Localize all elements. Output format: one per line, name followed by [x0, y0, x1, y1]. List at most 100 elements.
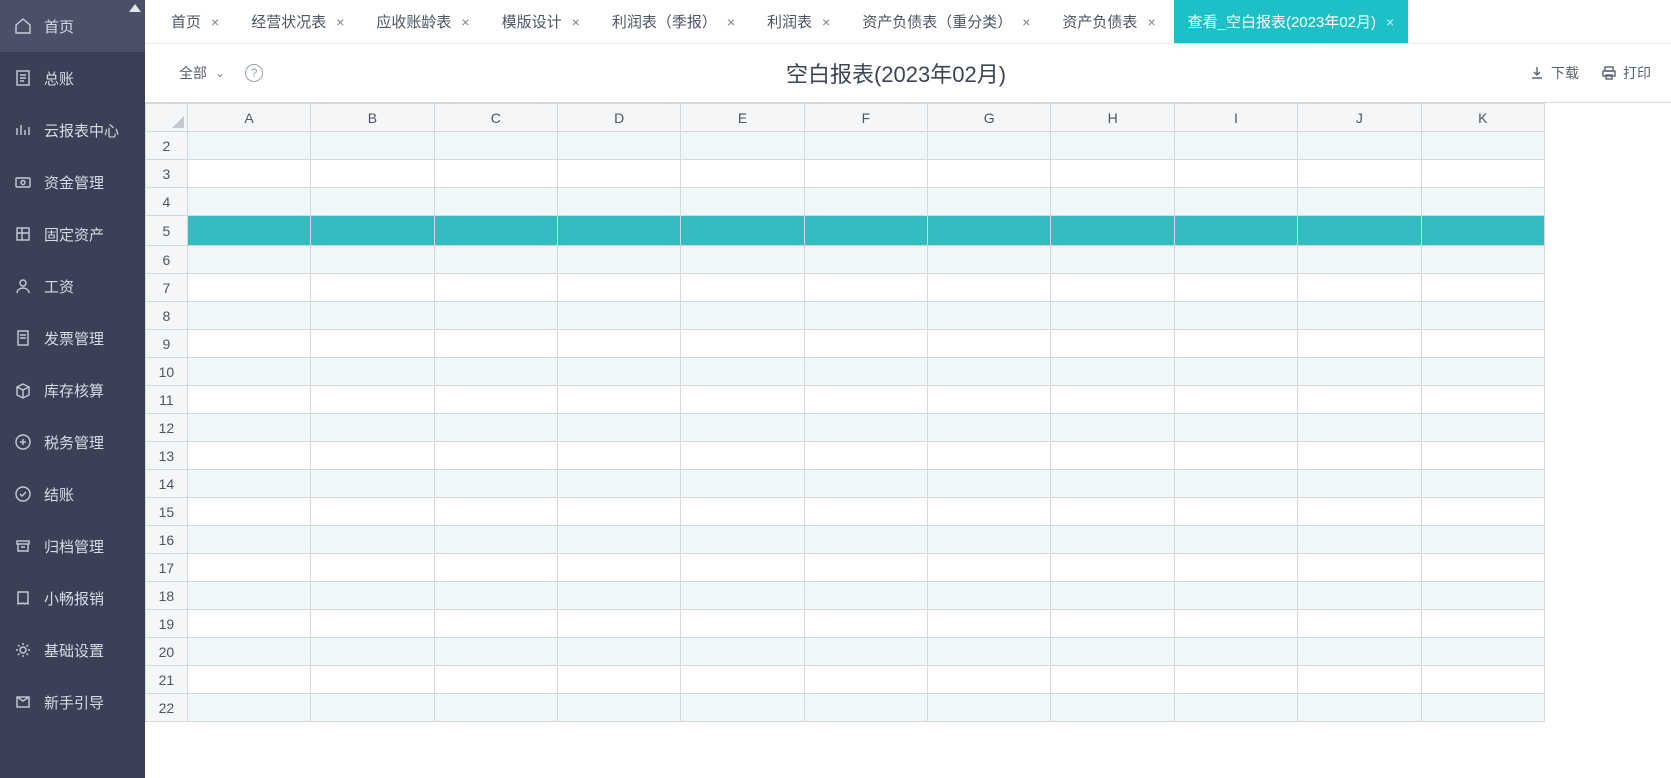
sidebar-item-expense[interactable]: 小畅报销: [0, 572, 145, 624]
sidebar-item-funds[interactable]: 资金管理: [0, 156, 145, 208]
cell-E19[interactable]: [681, 610, 804, 638]
cell-C10[interactable]: [434, 358, 557, 386]
cell-A4[interactable]: [187, 188, 310, 216]
cell-J6[interactable]: [1298, 246, 1421, 274]
sidebar-item-home[interactable]: 首页: [0, 0, 145, 52]
cell-G3[interactable]: [928, 160, 1051, 188]
cell-D19[interactable]: [557, 610, 680, 638]
sidebar-item-ledger[interactable]: 总账: [0, 52, 145, 104]
cell-K4[interactable]: [1421, 188, 1544, 216]
cell-H5[interactable]: [1051, 216, 1174, 246]
cell-A6[interactable]: [187, 246, 310, 274]
cell-A13[interactable]: [187, 442, 310, 470]
cell-I13[interactable]: [1174, 442, 1297, 470]
cell-H15[interactable]: [1051, 498, 1174, 526]
tab-0[interactable]: 首页×: [157, 0, 233, 43]
cell-J22[interactable]: [1298, 694, 1421, 722]
cell-E14[interactable]: [681, 470, 804, 498]
tab-close-icon[interactable]: ×: [1386, 14, 1394, 30]
cell-C9[interactable]: [434, 330, 557, 358]
filter-dropdown[interactable]: 全部 ⌄: [173, 59, 231, 87]
cell-J17[interactable]: [1298, 554, 1421, 582]
cell-H8[interactable]: [1051, 302, 1174, 330]
cell-A3[interactable]: [187, 160, 310, 188]
cell-G2[interactable]: [928, 132, 1051, 160]
tab-close-icon[interactable]: ×: [1022, 14, 1030, 30]
cell-K10[interactable]: [1421, 358, 1544, 386]
row-header-15[interactable]: 15: [146, 498, 188, 526]
cell-H18[interactable]: [1051, 582, 1174, 610]
cell-A9[interactable]: [187, 330, 310, 358]
cell-B5[interactable]: [311, 216, 434, 246]
cell-J16[interactable]: [1298, 526, 1421, 554]
cell-A21[interactable]: [187, 666, 310, 694]
row-header-11[interactable]: 11: [146, 386, 188, 414]
cell-E9[interactable]: [681, 330, 804, 358]
cell-J21[interactable]: [1298, 666, 1421, 694]
cell-K8[interactable]: [1421, 302, 1544, 330]
column-header-H[interactable]: H: [1051, 104, 1174, 132]
print-button[interactable]: 打印: [1601, 63, 1651, 83]
cell-K21[interactable]: [1421, 666, 1544, 694]
cell-D5[interactable]: [557, 216, 680, 246]
cell-I12[interactable]: [1174, 414, 1297, 442]
cell-I19[interactable]: [1174, 610, 1297, 638]
cell-B13[interactable]: [311, 442, 434, 470]
cell-I3[interactable]: [1174, 160, 1297, 188]
cell-E20[interactable]: [681, 638, 804, 666]
cell-E10[interactable]: [681, 358, 804, 386]
cell-B15[interactable]: [311, 498, 434, 526]
cell-I21[interactable]: [1174, 666, 1297, 694]
cell-D14[interactable]: [557, 470, 680, 498]
cell-K14[interactable]: [1421, 470, 1544, 498]
cell-J13[interactable]: [1298, 442, 1421, 470]
tab-2[interactable]: 应收账龄表×: [362, 0, 483, 43]
cell-K7[interactable]: [1421, 274, 1544, 302]
cell-J8[interactable]: [1298, 302, 1421, 330]
row-header-20[interactable]: 20: [146, 638, 188, 666]
cell-E3[interactable]: [681, 160, 804, 188]
cell-I20[interactable]: [1174, 638, 1297, 666]
cell-J15[interactable]: [1298, 498, 1421, 526]
row-header-22[interactable]: 22: [146, 694, 188, 722]
cell-C18[interactable]: [434, 582, 557, 610]
column-header-K[interactable]: K: [1421, 104, 1544, 132]
cell-H2[interactable]: [1051, 132, 1174, 160]
cell-D15[interactable]: [557, 498, 680, 526]
sidebar-item-tax[interactable]: 税务管理: [0, 416, 145, 468]
cell-D20[interactable]: [557, 638, 680, 666]
cell-J19[interactable]: [1298, 610, 1421, 638]
cell-A14[interactable]: [187, 470, 310, 498]
cell-D21[interactable]: [557, 666, 680, 694]
cell-C17[interactable]: [434, 554, 557, 582]
row-header-7[interactable]: 7: [146, 274, 188, 302]
cell-F7[interactable]: [804, 274, 927, 302]
cell-H14[interactable]: [1051, 470, 1174, 498]
cell-E5[interactable]: [681, 216, 804, 246]
tab-1[interactable]: 经营状况表×: [237, 0, 358, 43]
sidebar-scroll-up-icon[interactable]: [129, 4, 141, 12]
row-header-12[interactable]: 12: [146, 414, 188, 442]
cell-C16[interactable]: [434, 526, 557, 554]
cell-K20[interactable]: [1421, 638, 1544, 666]
cell-B16[interactable]: [311, 526, 434, 554]
cell-I17[interactable]: [1174, 554, 1297, 582]
cell-I18[interactable]: [1174, 582, 1297, 610]
column-header-J[interactable]: J: [1298, 104, 1421, 132]
cell-B11[interactable]: [311, 386, 434, 414]
tab-close-icon[interactable]: ×: [572, 14, 580, 30]
cell-I15[interactable]: [1174, 498, 1297, 526]
cell-I5[interactable]: [1174, 216, 1297, 246]
cell-D7[interactable]: [557, 274, 680, 302]
cell-K6[interactable]: [1421, 246, 1544, 274]
cell-J7[interactable]: [1298, 274, 1421, 302]
cell-K19[interactable]: [1421, 610, 1544, 638]
cell-J11[interactable]: [1298, 386, 1421, 414]
tab-close-icon[interactable]: ×: [1147, 14, 1155, 30]
cell-A5[interactable]: [187, 216, 310, 246]
cell-C20[interactable]: [434, 638, 557, 666]
column-header-I[interactable]: I: [1174, 104, 1297, 132]
cell-F2[interactable]: [804, 132, 927, 160]
cell-C6[interactable]: [434, 246, 557, 274]
cell-G5[interactable]: [928, 216, 1051, 246]
